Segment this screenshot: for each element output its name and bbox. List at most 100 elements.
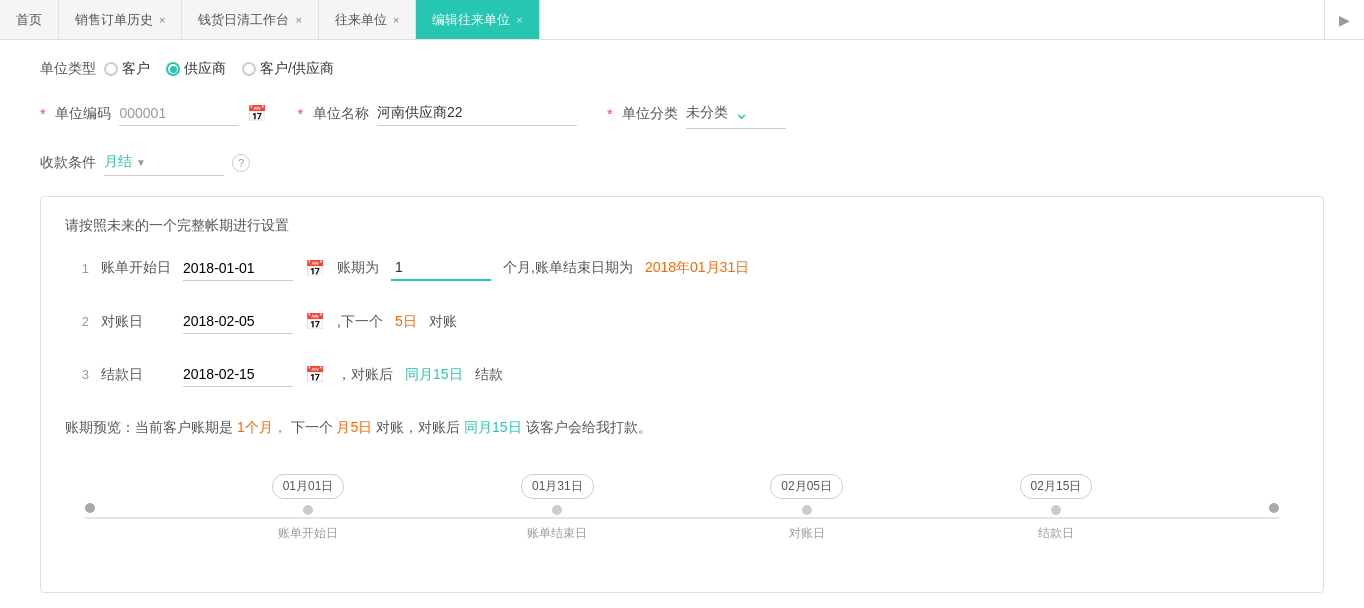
preview-reconcile-suffix: 对账，对账后 xyxy=(376,419,460,435)
timeline-node-2: 01月31日 账单结束日 xyxy=(521,474,594,542)
tab-cash-workbench-close[interactable]: × xyxy=(295,14,301,26)
unit-classify-value: 未分类 xyxy=(686,104,728,122)
row-2-calendar-icon[interactable]: 📅 xyxy=(305,312,325,331)
row-2-label: 对账日 xyxy=(101,313,171,331)
payment-terms-group: 收款条件 月结 ▼ ? xyxy=(40,149,250,176)
period-input[interactable] xyxy=(391,255,491,281)
tab-edit-partner-close[interactable]: × xyxy=(516,14,522,26)
radio-group: 客户 供应商 客户/供应商 xyxy=(104,60,334,78)
row-3-desc-prefix: ，对账后 xyxy=(337,366,393,384)
timeline-end-dot xyxy=(1269,503,1279,513)
unit-code-group: * 单位编码 📅 xyxy=(40,101,267,126)
code-name-row: * 单位编码 📅 * 单位名称 * 单位分类 未分类 ⌄ xyxy=(40,98,1324,129)
row-1-num: 1 xyxy=(65,261,89,276)
tab-bar: 首页 销售订单历史 × 钱货日清工作台 × 往来单位 × 编辑往来单位 × ▶ xyxy=(0,0,1364,40)
timeline-node-4-dot xyxy=(1051,505,1061,515)
unit-type-label: 单位类型 xyxy=(40,60,96,78)
tab-partner-units-label: 往来单位 xyxy=(335,11,387,29)
unit-classify-label: 单位分类 xyxy=(622,105,678,123)
preview-month-highlight: 1个月， xyxy=(237,419,287,435)
unit-name-required: * xyxy=(297,106,302,122)
tab-sales-history[interactable]: 销售订单历史 × xyxy=(59,0,182,39)
preview-text: 账期预览：当前客户账期是 1个月， 下一个 月5日 对账，对账后 同月15日 该… xyxy=(65,415,1299,440)
unit-code-label: 单位编码 xyxy=(55,105,111,123)
timeline-node-2-pill: 01月31日 xyxy=(521,474,594,499)
row-3-calendar-icon[interactable]: 📅 xyxy=(305,365,325,384)
tab-chevron[interactable]: ▶ xyxy=(1324,0,1364,39)
tab-partner-units-close[interactable]: × xyxy=(393,14,399,26)
timeline-node-3-pill: 02月05日 xyxy=(770,474,843,499)
timeline-node-3-label: 对账日 xyxy=(789,525,825,542)
row-2-num: 2 xyxy=(65,314,89,329)
unit-classify-dropdown[interactable]: 未分类 ⌄ xyxy=(686,98,786,129)
timeline-node-2-dot xyxy=(552,505,562,515)
tab-sales-history-label: 销售订单历史 xyxy=(75,11,153,29)
tab-home[interactable]: 首页 xyxy=(0,0,59,39)
timeline-start-dot xyxy=(85,503,95,513)
setting-row-1: 1 账单开始日 📅 账期为 个月,账单结束日期为 2018年01月31日 xyxy=(65,255,1299,281)
radio-supplier-label: 供应商 xyxy=(184,60,226,78)
row-1-highlight: 2018年01月31日 xyxy=(645,259,749,277)
payment-terms-label: 收款条件 xyxy=(40,154,96,172)
payment-terms-help-icon[interactable]: ? xyxy=(232,154,250,172)
timeline-node-2-label: 账单结束日 xyxy=(527,525,587,542)
row-3-label: 结款日 xyxy=(101,366,171,384)
row-2-date-input[interactable] xyxy=(183,309,293,334)
row-3-num: 3 xyxy=(65,367,89,382)
settings-section: 请按照未来的一个完整帐期进行设置 1 账单开始日 📅 账期为 个月,账单结束日期… xyxy=(40,196,1324,593)
unit-name-group: * 单位名称 xyxy=(297,101,576,126)
radio-both[interactable]: 客户/供应商 xyxy=(242,60,334,78)
row-3-date-input[interactable] xyxy=(183,362,293,387)
tab-sales-history-close[interactable]: × xyxy=(159,14,165,26)
timeline-node-4-pill: 02月15日 xyxy=(1020,474,1093,499)
row-1-date-input[interactable] xyxy=(183,256,293,281)
timeline-node-1-dot xyxy=(303,505,313,515)
timeline-start-cap xyxy=(85,503,95,513)
unit-code-required: * xyxy=(40,106,45,122)
row-3-highlight: 同月15日 xyxy=(405,366,463,384)
unit-code-calendar-icon[interactable]: 📅 xyxy=(247,104,267,123)
unit-classify-required: * xyxy=(607,106,612,122)
preview-pay-highlight: 同月15日 xyxy=(464,419,522,435)
unit-name-label: 单位名称 xyxy=(313,105,369,123)
preview-prefix: 账期预览：当前客户账期是 xyxy=(65,419,233,435)
tab-cash-workbench-label: 钱货日清工作台 xyxy=(198,11,289,29)
preview-reconcile-highlight: 月5日 xyxy=(336,419,372,435)
tab-edit-partner-label: 编辑往来单位 xyxy=(432,11,510,29)
row-1-label: 账单开始日 xyxy=(101,259,171,277)
row-3-desc-suffix: 结款 xyxy=(475,366,503,384)
row-1-calendar-icon[interactable]: 📅 xyxy=(305,259,325,278)
timeline-end-cap xyxy=(1269,503,1279,513)
preview-pay-suffix: 该客户会给我打款。 xyxy=(526,419,652,435)
tab-home-label: 首页 xyxy=(16,11,42,29)
setting-row-2: 2 对账日 📅 ,下一个 5日 对账 xyxy=(65,309,1299,334)
unit-code-input[interactable] xyxy=(119,101,239,126)
row-2-desc-suffix: 对账 xyxy=(429,313,457,331)
row-2-highlight: 5日 xyxy=(395,313,417,331)
tab-cash-workbench[interactable]: 钱货日清工作台 × xyxy=(182,0,318,39)
preview-reconcile-prefix: 下一个 xyxy=(291,419,333,435)
tab-partner-units[interactable]: 往来单位 × xyxy=(319,0,416,39)
radio-supplier-circle xyxy=(166,62,180,76)
main-content: 单位类型 客户 供应商 客户/供应商 * 单位编码 xyxy=(0,40,1364,608)
radio-both-label: 客户/供应商 xyxy=(260,60,334,78)
radio-customer[interactable]: 客户 xyxy=(104,60,150,78)
row-1-desc-after: 个月,账单结束日期为 xyxy=(503,259,633,277)
timeline-node-1-pill: 01月01日 xyxy=(272,474,345,499)
unit-classify-group: * 单位分类 未分类 ⌄ xyxy=(607,98,786,129)
chevron-right-icon: ▶ xyxy=(1339,12,1350,28)
radio-customer-label: 客户 xyxy=(122,60,150,78)
radio-customer-circle xyxy=(104,62,118,76)
payment-terms-dropdown[interactable]: 月结 ▼ xyxy=(104,149,224,176)
timeline-wrapper: 01月01日 账单开始日 01月31日 账单结束日 02月05日 对账日 xyxy=(65,474,1299,542)
timeline-node-3-dot xyxy=(802,505,812,515)
unit-name-input[interactable] xyxy=(377,101,577,126)
classify-chevron-down-icon: ⌄ xyxy=(734,102,749,124)
section-title: 请按照未来的一个完整帐期进行设置 xyxy=(65,217,1299,235)
radio-both-circle xyxy=(242,62,256,76)
setting-row-3: 3 结款日 📅 ，对账后 同月15日 结款 xyxy=(65,362,1299,387)
tab-edit-partner[interactable]: 编辑往来单位 × xyxy=(416,0,539,39)
radio-supplier[interactable]: 供应商 xyxy=(166,60,226,78)
unit-type-row: 单位类型 客户 供应商 客户/供应商 xyxy=(40,60,1324,78)
timeline-node-4: 02月15日 结款日 xyxy=(1020,474,1093,542)
